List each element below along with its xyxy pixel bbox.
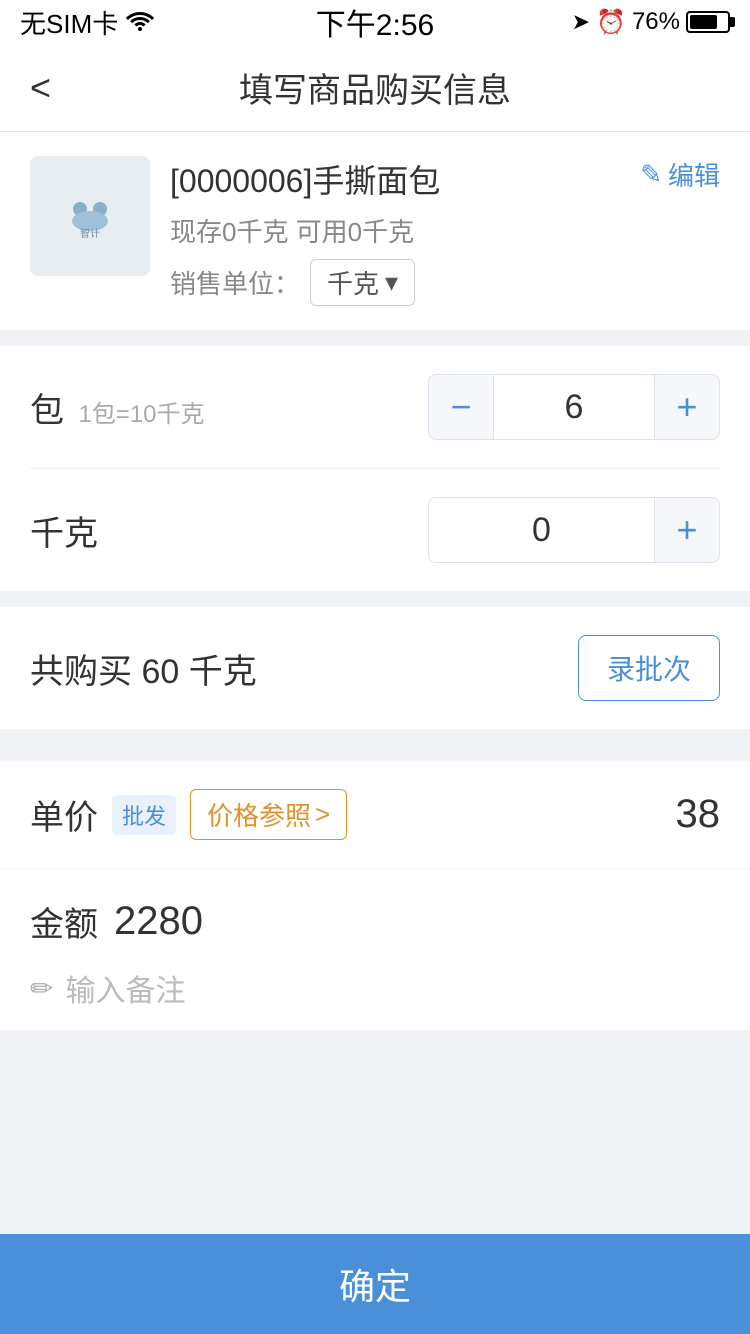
- divider-1: [0, 745, 750, 761]
- amount-section: 金额 2280 ✏ 输入备注: [0, 869, 750, 1030]
- chevron-right-icon: >: [315, 799, 330, 830]
- pencil-icon: ✏: [30, 972, 53, 1005]
- package-minus-button[interactable]: −: [428, 374, 494, 440]
- confirm-button[interactable]: 确定: [0, 1234, 750, 1334]
- status-left: 无SIM卡: [20, 4, 154, 41]
- total-row: 共购买 60 千克 录批次: [0, 607, 750, 729]
- package-hint: 1包=10千克: [78, 401, 204, 428]
- amount-label: 金额: [30, 897, 98, 946]
- product-name: [0000006]手撕面包: [170, 156, 720, 202]
- amount-row: 金额 2280: [30, 897, 720, 946]
- status-bar: 无SIM卡 下午2:56 ➤ ⏰ 76%: [0, 0, 750, 44]
- status-time: 下午2:56: [316, 0, 434, 44]
- chevron-down-icon: ▾: [385, 267, 398, 298]
- location-icon: ➤: [572, 9, 590, 35]
- content-spacer: [0, 1030, 750, 1234]
- price-ref-button[interactable]: 价格参照 >: [190, 789, 347, 840]
- kg-plus-button[interactable]: +: [654, 497, 720, 563]
- kg-label: 千克: [30, 506, 98, 555]
- edit-button[interactable]: ✎ 编辑: [640, 156, 720, 193]
- unit-select[interactable]: 千克 ▾: [310, 259, 415, 306]
- price-label: 单价: [30, 790, 98, 839]
- product-stock: 现存0千克 可用0千克: [170, 212, 720, 249]
- page-title: 填写商品购买信息: [239, 63, 511, 112]
- nav-bar: < 填写商品购买信息: [0, 44, 750, 132]
- record-batch-button[interactable]: 录批次: [578, 635, 720, 701]
- kg-row: 千克 +: [30, 469, 720, 591]
- product-image: 智计: [30, 156, 150, 276]
- kg-controls: +: [428, 497, 720, 563]
- total-label: 共购买 60 千克: [30, 644, 257, 693]
- unit-label: 销售单位：: [170, 264, 300, 301]
- remark-row[interactable]: ✏ 输入备注: [30, 966, 720, 1010]
- kg-input[interactable]: [428, 497, 654, 563]
- battery-percent: 76%: [632, 8, 680, 36]
- remark-placeholder: 输入备注: [65, 966, 185, 1010]
- price-value: 38: [676, 792, 721, 837]
- alarm-icon: ⏰: [596, 8, 626, 37]
- price-left: 单价 批发 价格参照 >: [30, 789, 347, 840]
- package-row: 包 1包=10千克 − +: [30, 346, 720, 469]
- svg-text:智计: 智计: [80, 227, 100, 240]
- amount-value: 2280: [114, 899, 203, 944]
- battery-icon: [686, 11, 730, 33]
- back-button[interactable]: <: [30, 67, 51, 109]
- wifi-icon: [126, 7, 154, 38]
- package-plus-button[interactable]: +: [654, 374, 720, 440]
- status-right: ➤ ⏰ 76%: [572, 8, 730, 37]
- content-area: 智计 [0000006]手撕面包 现存0千克 可用0千克 销售单位： 千克 ▾ …: [0, 132, 750, 1234]
- product-info: [0000006]手撕面包 现存0千克 可用0千克 销售单位： 千克 ▾: [170, 156, 720, 306]
- product-card: 智计 [0000006]手撕面包 现存0千克 可用0千克 销售单位： 千克 ▾ …: [0, 132, 750, 330]
- package-label: 包: [30, 392, 64, 430]
- package-label-group: 包 1包=10千克: [30, 383, 205, 432]
- price-section: 单价 批发 价格参照 > 38: [0, 761, 750, 868]
- carrier-text: 无SIM卡: [20, 4, 118, 41]
- package-input[interactable]: [494, 374, 654, 440]
- edit-icon: ✎: [640, 159, 662, 190]
- price-row: 单价 批发 价格参照 > 38: [30, 789, 720, 840]
- qty-section: 包 1包=10千克 − + 千克 +: [0, 346, 750, 591]
- product-unit-row: 销售单位： 千克 ▾: [170, 259, 720, 306]
- wholesale-badge: 批发: [112, 795, 176, 835]
- package-controls: − +: [428, 374, 720, 440]
